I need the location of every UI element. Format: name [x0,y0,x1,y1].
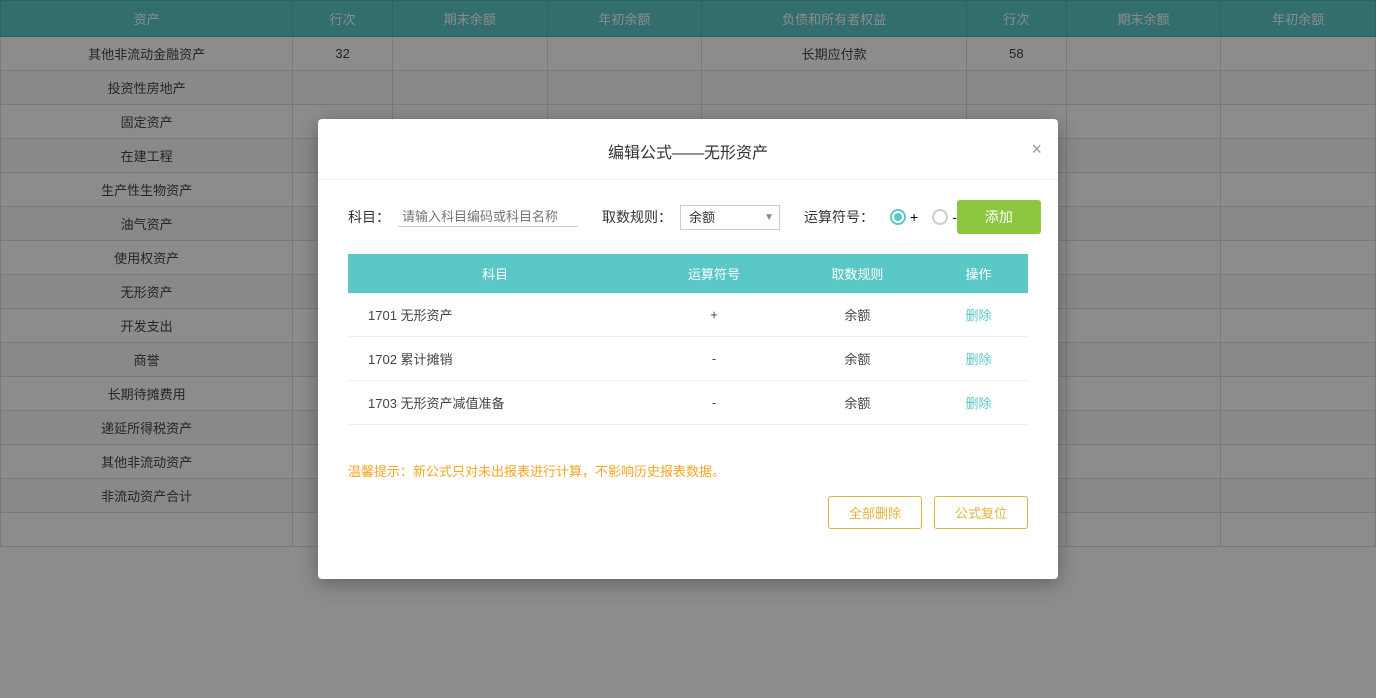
modal-footer: 温馨提示：新公式只对未出报表进行计算，不影响历史报表数据。 全部删除 公式复位 [318,445,1058,529]
modal-header: 编辑公式——无形资产 × [318,119,1058,180]
formula-subject: 1701 无形资产 [348,293,642,337]
form-row: 科目： 取数规则： 余额 借方 贷方 借方发生额 贷方发生额 [348,200,1028,234]
formula-rule: 余额 [786,381,929,425]
minus-radio-circle [932,209,948,225]
operator-minus-radio[interactable]: - [932,209,957,225]
page-container: 资产行次期末余额年初余额负债和所有者权益行次期末余额年初余额 其他非流动金融资产… [0,0,1376,698]
plus-radio-circle [890,209,906,225]
formula-table-header: 取数规则 [786,254,929,293]
formula-operator: - [642,337,785,381]
formula-action: 删除 [929,381,1028,425]
formula-rule: 余额 [786,293,929,337]
formula-table-header: 操作 [929,254,1028,293]
warning-text: 温馨提示：新公式只对未出报表进行计算，不影响历史报表数据。 [348,461,1028,480]
operator-section: 运算符号： + - [804,207,957,227]
formula-action: 删除 [929,337,1028,381]
operator-label: 运算符号： [804,207,874,227]
operator-plus-radio[interactable]: + [890,209,918,225]
formula-action: 删除 [929,293,1028,337]
modal-overlay: 编辑公式——无形资产 × 科目： 取数规则： 余额 借方 贷 [0,0,1376,698]
delete-row-link[interactable]: 删除 [966,308,992,323]
add-button[interactable]: 添加 [957,200,1041,234]
delete-row-link[interactable]: 删除 [966,352,992,367]
formula-table-row: 1701 无形资产+余额 删除 [348,293,1028,337]
formula-table-row: 1702 累计摊销-余额 删除 [348,337,1028,381]
plus-label: + [910,209,918,225]
formula-subject: 1703 无形资产减值准备 [348,381,642,425]
formula-table-row: 1703 无形资产减值准备-余额 删除 [348,381,1028,425]
formula-subject: 1702 累计摊销 [348,337,642,381]
rule-select[interactable]: 余额 借方 贷方 借方发生额 贷方发生额 [680,205,780,230]
subject-input[interactable] [398,207,578,227]
formula-operator: + [642,293,785,337]
delete-row-link[interactable]: 删除 [966,396,992,411]
edit-formula-modal: 编辑公式——无形资产 × 科目： 取数规则： 余额 借方 贷 [318,119,1058,579]
formula-table-header: 运算符号 [642,254,785,293]
delete-all-button[interactable]: 全部删除 [828,496,922,529]
modal-body: 科目： 取数规则： 余额 借方 贷方 借方发生额 贷方发生额 [318,180,1058,445]
formula-table: 科目运算符号取数规则操作 1701 无形资产+余额删除1702 累计摊销-余额删… [348,254,1028,425]
rule-select-wrap: 余额 借方 贷方 借方发生额 贷方发生额 ▼ [680,205,780,230]
reset-button[interactable]: 公式复位 [934,496,1028,529]
operator-radio-group: + - [890,209,957,225]
footer-buttons: 全部删除 公式复位 [348,496,1028,529]
rule-label: 取数规则： [602,207,672,227]
modal-title: 编辑公式——无形资产 [608,145,768,162]
rule-section: 取数规则： 余额 借方 贷方 借方发生额 贷方发生额 ▼ [602,205,780,230]
close-button[interactable]: × [1031,140,1042,158]
formula-operator: - [642,381,785,425]
subject-label: 科目： [348,207,390,227]
formula-table-header: 科目 [348,254,642,293]
formula-rule: 余额 [786,337,929,381]
